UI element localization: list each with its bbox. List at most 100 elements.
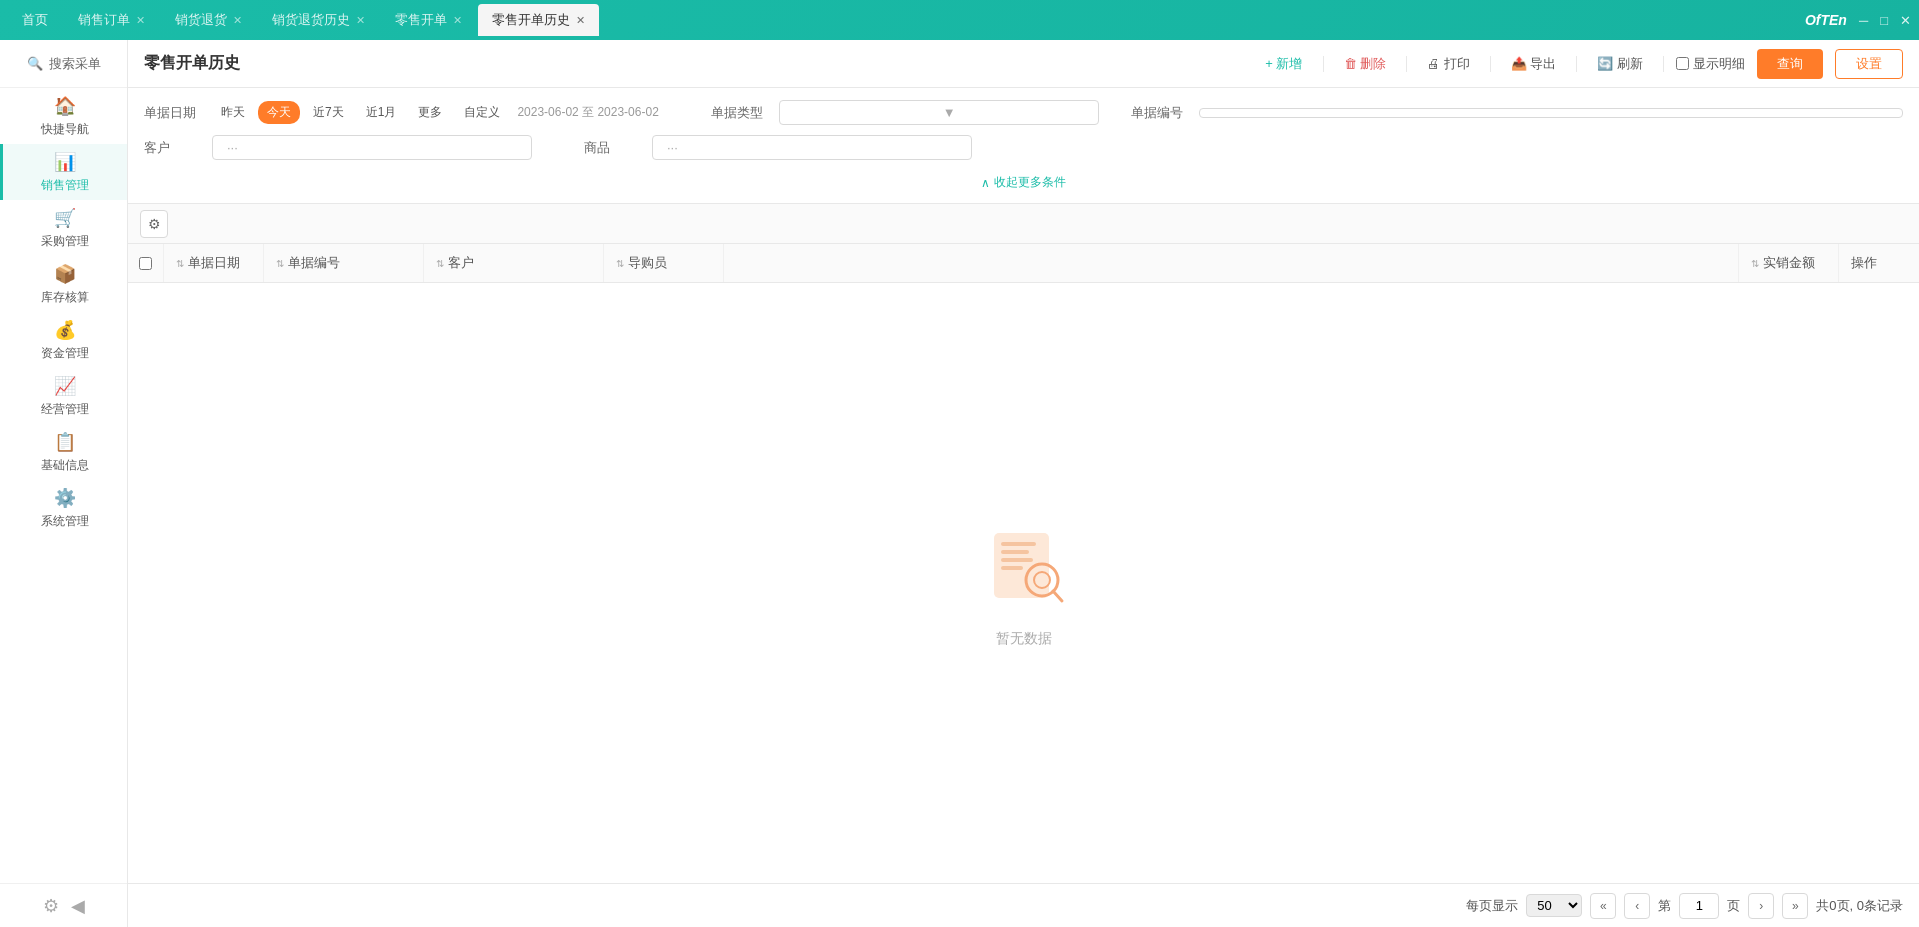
sidebar-item-purchase-mgmt[interactable]: 🛒 采购管理 xyxy=(0,200,127,256)
sidebar-settings-icon[interactable]: ⚙ xyxy=(43,895,59,917)
page-size-select[interactable]: 50 10 20 100 xyxy=(1526,894,1582,917)
add-button[interactable]: + 新增 xyxy=(1257,51,1310,77)
product-filter-ellipsis: ··· xyxy=(667,140,678,155)
system-icon: ⚙️ xyxy=(54,487,76,509)
th-guide-label: 导购员 xyxy=(628,254,667,272)
page-word: 第 xyxy=(1658,897,1671,915)
sidebar-item-label-purchase-mgmt: 采购管理 xyxy=(41,233,89,250)
code-filter-input[interactable] xyxy=(1199,108,1903,118)
query-button[interactable]: 查询 xyxy=(1757,49,1823,79)
settings-button[interactable]: 设置 xyxy=(1835,49,1903,79)
sort-icon-customer: ⇅ xyxy=(436,258,444,269)
sidebar-search[interactable]: 🔍 搜索采单 xyxy=(0,40,127,88)
collapse-bar[interactable]: ∧ 收起更多条件 xyxy=(144,170,1903,195)
tab-retail-history-label: 零售开单历史 xyxy=(492,11,570,29)
sidebar-item-label-basic-info: 基础信息 xyxy=(41,457,89,474)
date-btn-custom[interactable]: 自定义 xyxy=(455,101,509,124)
total-info: 共0页, 0条记录 xyxy=(1816,897,1903,915)
tab-sales-return[interactable]: 销货退货 ✕ xyxy=(161,4,256,36)
page-input[interactable] xyxy=(1679,893,1719,919)
sidebar-collapse-icon[interactable]: ◀ xyxy=(71,895,85,917)
tab-sales-order[interactable]: 销售订单 ✕ xyxy=(64,4,159,36)
delete-button[interactable]: 🗑 删除 xyxy=(1336,51,1395,77)
table-settings-btn[interactable]: ⚙ xyxy=(140,210,168,238)
svg-rect-2 xyxy=(1001,550,1029,554)
sidebar-item-label-quick-nav: 快捷导航 xyxy=(41,121,89,138)
tab-retail-open[interactable]: 零售开单 ✕ xyxy=(381,4,476,36)
sidebar-search-label: 搜索采单 xyxy=(49,55,101,73)
th-checkbox[interactable] xyxy=(128,244,164,282)
sidebar-item-sales-mgmt[interactable]: 📊 销售管理 xyxy=(0,144,127,200)
empty-illustration xyxy=(974,518,1074,618)
th-customer-label: 客户 xyxy=(448,254,474,272)
select-all-checkbox[interactable] xyxy=(139,257,152,270)
page-first-btn[interactable]: « xyxy=(1590,893,1616,919)
type-filter-dropdown-icon: ▼ xyxy=(943,105,1088,120)
tab-home[interactable]: 首页 xyxy=(8,4,62,36)
sidebar-item-basic-info[interactable]: 📋 基础信息 xyxy=(0,424,127,480)
customer-filter-input[interactable]: ··· xyxy=(212,135,532,160)
export-button[interactable]: 📤 导出 xyxy=(1503,51,1565,77)
svg-rect-3 xyxy=(1001,558,1033,562)
collapse-label: 收起更多条件 xyxy=(994,174,1066,191)
sidebar-item-label-sales-mgmt: 销售管理 xyxy=(41,177,89,194)
window-maximize-btn[interactable]: □ xyxy=(1880,13,1888,28)
th-code[interactable]: ⇅ 单据编号 xyxy=(264,244,424,282)
date-btn-today[interactable]: 今天 xyxy=(258,101,300,124)
svg-rect-1 xyxy=(1001,542,1036,546)
table-header: ⇅ 单据日期 ⇅ 单据编号 ⇅ 客户 ⇅ 导购员 ⇅ 实销 xyxy=(128,244,1919,283)
date-btn-7days[interactable]: 近7天 xyxy=(304,101,353,124)
sidebar-item-quick-nav[interactable]: 🏠 快捷导航 xyxy=(0,88,127,144)
show-detail-checkbox-label[interactable]: 显示明细 xyxy=(1676,55,1745,73)
sidebar-item-label-operations: 经营管理 xyxy=(41,401,89,418)
tab-sales-order-close[interactable]: ✕ xyxy=(136,14,145,27)
tab-sales-return-close[interactable]: ✕ xyxy=(233,14,242,27)
product-filter-input[interactable]: ··· xyxy=(652,135,972,160)
date-btn-1month[interactable]: 近1月 xyxy=(357,101,406,124)
tab-sales-return-history-close[interactable]: ✕ xyxy=(356,14,365,27)
empty-state: 暂无数据 xyxy=(128,283,1919,883)
page-prev-btn[interactable]: ‹ xyxy=(1624,893,1650,919)
tab-retail-open-close[interactable]: ✕ xyxy=(453,14,462,27)
page-title: 零售开单历史 xyxy=(144,53,240,74)
divider-5 xyxy=(1663,56,1664,72)
inventory-icon: 📦 xyxy=(54,263,76,285)
empty-text: 暂无数据 xyxy=(996,630,1052,648)
sidebar-item-inventory[interactable]: 📦 库存核算 xyxy=(0,256,127,312)
th-customer[interactable]: ⇅ 客户 xyxy=(424,244,604,282)
refresh-button[interactable]: 🔄 刷新 xyxy=(1589,51,1651,77)
sort-icon-date: ⇅ xyxy=(176,258,184,269)
window-close-btn[interactable]: ✕ xyxy=(1900,13,1911,28)
th-spacer xyxy=(724,244,1739,282)
tab-retail-open-label: 零售开单 xyxy=(395,11,447,29)
type-filter-select[interactable]: ▼ xyxy=(779,100,1099,125)
operations-icon: 📈 xyxy=(54,375,76,397)
th-amount[interactable]: ⇅ 实销金额 xyxy=(1739,244,1839,282)
page-suffix: 页 xyxy=(1727,897,1740,915)
brand-label: OfTEn xyxy=(1805,12,1847,28)
sort-icon-code: ⇅ xyxy=(276,258,284,269)
th-action: 操作 xyxy=(1839,244,1919,282)
date-btn-more[interactable]: 更多 xyxy=(409,101,451,124)
th-date[interactable]: ⇅ 单据日期 xyxy=(164,244,264,282)
th-guide[interactable]: ⇅ 导购员 xyxy=(604,244,724,282)
show-detail-checkbox[interactable] xyxy=(1676,57,1689,70)
tab-retail-history-close[interactable]: ✕ xyxy=(576,14,585,27)
customer-filter-ellipsis: ··· xyxy=(227,140,238,155)
sidebar-item-system[interactable]: ⚙️ 系统管理 xyxy=(0,480,127,536)
tab-retail-history[interactable]: 零售开单历史 ✕ xyxy=(478,4,599,36)
sidebar-item-finance[interactable]: 💰 资金管理 xyxy=(0,312,127,368)
print-button[interactable]: 🖨 打印 xyxy=(1419,51,1478,77)
page-next-btn[interactable]: › xyxy=(1748,893,1774,919)
date-btn-yesterday[interactable]: 昨天 xyxy=(212,101,254,124)
page-last-btn[interactable]: » xyxy=(1782,893,1808,919)
collapse-icon: ∧ xyxy=(981,176,990,190)
quick-nav-icon: 🏠 xyxy=(54,95,76,117)
date-range-display: 2023-06-02 至 2023-06-02 xyxy=(517,104,658,121)
window-minimize-btn[interactable]: ─ xyxy=(1859,13,1868,28)
show-detail-label: 显示明细 xyxy=(1693,55,1745,73)
tab-sales-return-history[interactable]: 销货退货历史 ✕ xyxy=(258,4,379,36)
finance-icon: 💰 xyxy=(54,319,76,341)
sidebar-item-operations[interactable]: 📈 经营管理 xyxy=(0,368,127,424)
sort-icon-amount: ⇅ xyxy=(1751,258,1759,269)
